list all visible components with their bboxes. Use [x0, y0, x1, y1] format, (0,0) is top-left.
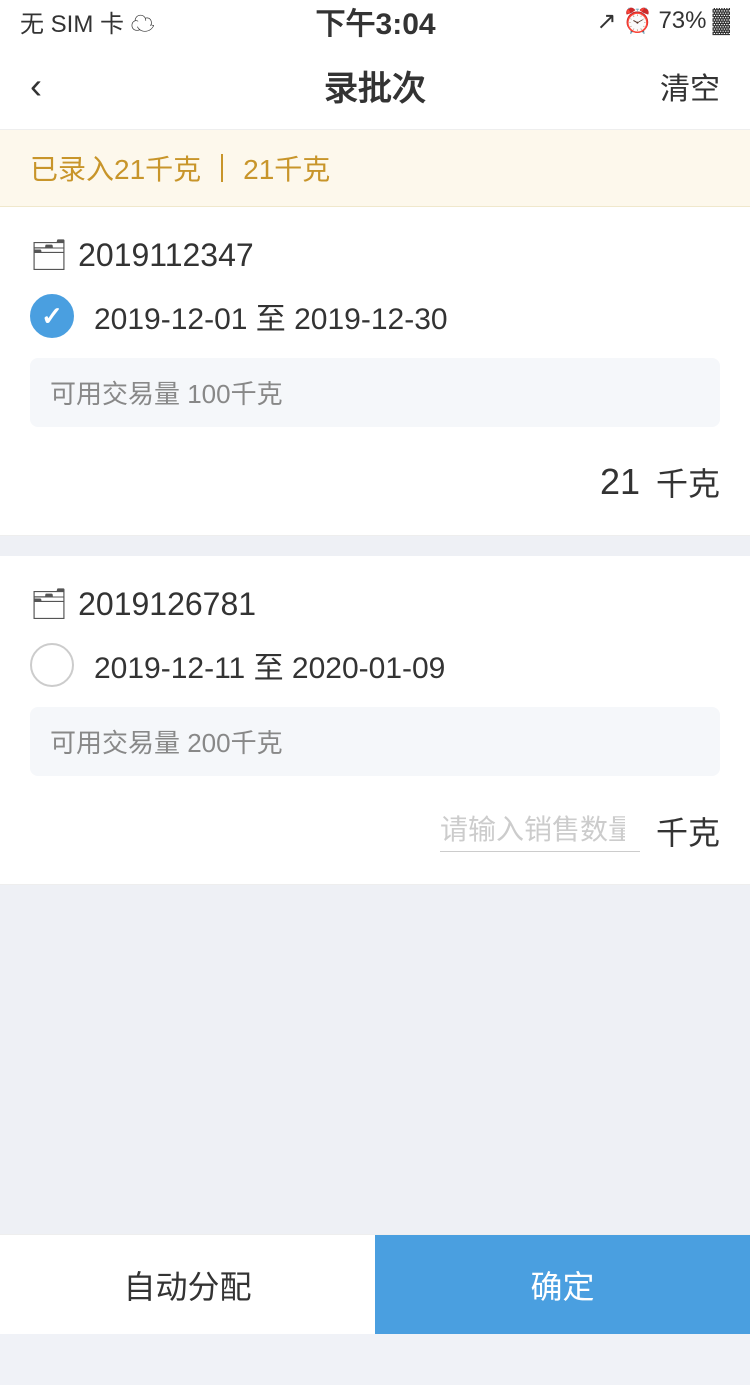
separator-1	[0, 536, 750, 556]
status-right: ↗ ⏰ 73% ▓	[596, 7, 730, 36]
location-icon: ↗	[596, 7, 616, 36]
confirm-button[interactable]: 确定	[375, 1235, 750, 1334]
batch-date-1: 2019-12-01 至 2019-12-30	[94, 294, 448, 338]
batch-icon-1: 🗂	[30, 238, 68, 273]
batch-avail-2: 可用交易量 200千克	[30, 707, 720, 776]
input-row-2: 千克	[0, 792, 750, 885]
batch-card-2: 🗂 2019126781 2019-12-11 至 2020-01-09 可用交…	[0, 556, 750, 885]
status-bar: 无 SIM 卡 ☁ 下午3:04 ↗ ⏰ 73% ▓	[0, 0, 750, 42]
battery-text: 73%	[658, 7, 706, 35]
summary-bar: 已录入21千克 21千克	[0, 130, 750, 207]
empty-area	[0, 885, 750, 1285]
nav-bar: ‹ 录批次 清空	[0, 42, 750, 130]
qty-unit-2: 千克	[656, 808, 720, 854]
batch-date-row-2[interactable]: 2019-12-11 至 2020-01-09	[0, 633, 750, 697]
batch-date-row-1[interactable]: 2019-12-01 至 2019-12-30	[0, 284, 750, 348]
summary-value: 21千克	[243, 148, 330, 188]
summary-label: 已录入21千克	[30, 148, 201, 188]
qty-input-2[interactable]	[440, 810, 640, 852]
batch-date-2: 2019-12-11 至 2020-01-09	[94, 643, 445, 687]
summary-divider	[221, 154, 223, 182]
bottom-bar: 自动分配 确定	[0, 1234, 750, 1334]
alarm-icon: ⏰	[623, 7, 653, 36]
batch-icon-2: 🗂	[30, 587, 68, 622]
batch-id-1: 2019112347	[78, 237, 254, 274]
qty-value-1: 21	[560, 461, 640, 503]
page-title: 录批次	[324, 61, 426, 110]
radio-unchecked-2[interactable]	[30, 643, 74, 687]
batch-card-1: 🗂 2019112347 2019-12-01 至 2019-12-30 可用交…	[0, 207, 750, 536]
status-time: 下午3:04	[316, 0, 436, 43]
auto-distribute-button[interactable]: 自动分配	[0, 1235, 375, 1334]
no-sim-text: 无 SIM 卡 ☁	[20, 4, 155, 39]
battery-icon: ▓	[712, 7, 730, 35]
batch-id-2: 2019126781	[78, 586, 256, 623]
radio-checked-1[interactable]	[30, 294, 74, 338]
qty-unit-1: 千克	[656, 459, 720, 505]
clear-button[interactable]: 清空	[660, 64, 720, 108]
content-area: 🗂 2019112347 2019-12-01 至 2019-12-30 可用交…	[0, 207, 750, 1385]
status-left: 无 SIM 卡 ☁	[20, 4, 155, 39]
input-row-1: 21 千克	[0, 443, 750, 536]
batch-avail-1: 可用交易量 100千克	[30, 358, 720, 427]
back-button[interactable]: ‹	[30, 65, 90, 107]
batch-header-1: 🗂 2019112347	[0, 207, 750, 284]
batch-header-2: 🗂 2019126781	[0, 556, 750, 633]
